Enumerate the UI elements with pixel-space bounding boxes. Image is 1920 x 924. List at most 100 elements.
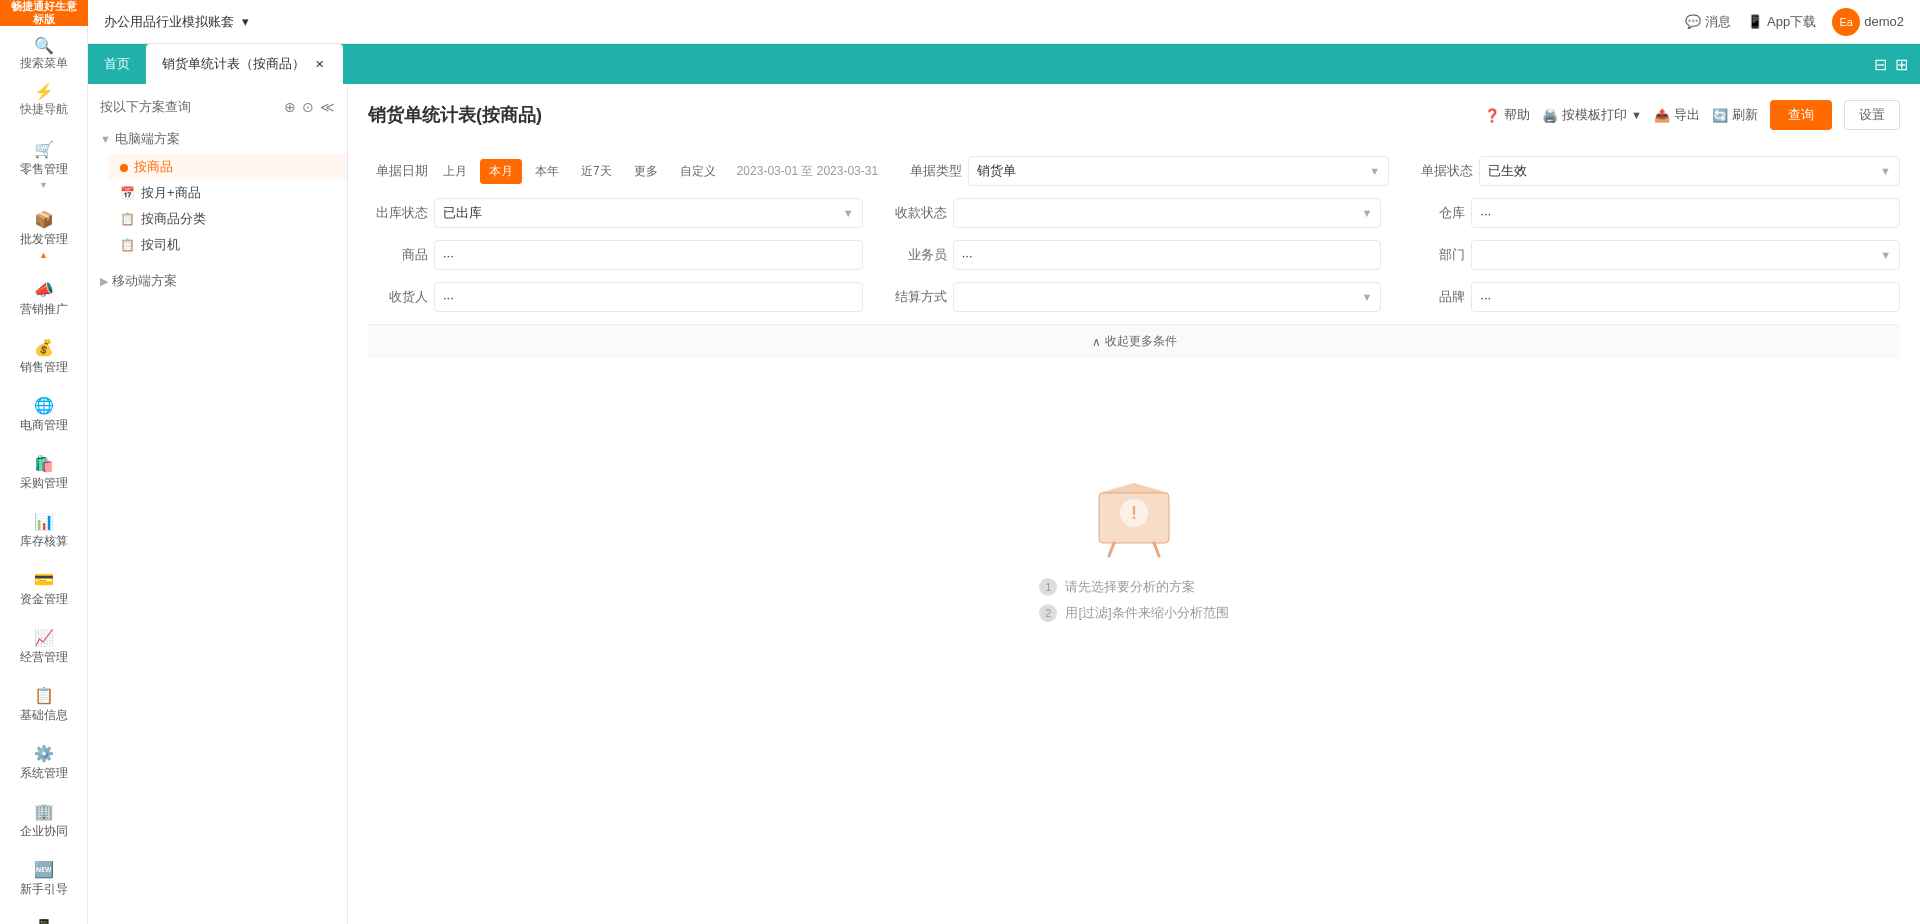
out-status-select[interactable]: 已出库 ▼ (434, 198, 863, 228)
page-header: 销货单统计表(按商品) ❓ 帮助 🖨️ 按模板打印 ▼ 📤 (368, 100, 1900, 130)
logo: 畅捷通好生意 标版 (0, 0, 88, 26)
doc-status-select[interactable]: 已生效 ▼ (1479, 156, 1900, 186)
sidebar-item-guide[interactable]: 🆕 新手引导 (0, 850, 88, 908)
system-label: 系统管理 (20, 765, 68, 782)
tab-minimize-icon[interactable]: ⊟ (1874, 55, 1887, 74)
tree-arrow-mobile-icon: ▶ (100, 275, 108, 288)
export-action[interactable]: 📤 导出 (1654, 106, 1700, 124)
doc-type-select[interactable]: 销货单 ▼ (968, 156, 1389, 186)
quick-label: 快捷导航 (20, 101, 68, 118)
page-actions: ❓ 帮助 🖨️ 按模板打印 ▼ 📤 导出 � (1484, 100, 1900, 130)
settings-icon[interactable]: ⊙ (302, 99, 314, 115)
query-button[interactable]: 查询 (1770, 100, 1832, 130)
filter-out-status: 出库状态 已出库 ▼ (368, 198, 863, 228)
brand-input[interactable]: ··· (1471, 282, 1900, 312)
tree-item-by-product-category[interactable]: 📋 按商品分类 (108, 206, 347, 232)
warehouse-label: 仓库 (1405, 204, 1465, 222)
date-btn-this-year[interactable]: 本年 (526, 159, 568, 184)
filter-date: 单据日期 上月 本月 本年 近7天 更多 自定义 2023-03-01 至 20… (368, 159, 878, 184)
left-panel: 按以下方案查询 ⊕ ⊙ ≪ ▼ 电脑端方案 按商品 📅 按月+商品 (88, 84, 348, 924)
doc-type-value: 销货单 (977, 162, 1016, 180)
basic-icon: 📋 (34, 686, 54, 705)
tip-text-2: 用[过滤]条件来缩小分析范围 (1065, 604, 1228, 622)
sidebar-item-marketing[interactable]: 📣 营销推广 (0, 270, 88, 328)
brand-label: 品牌 (1405, 288, 1465, 306)
category-icon: 📋 (120, 212, 135, 226)
product-dots: ··· (443, 248, 454, 263)
date-btn-last-month[interactable]: 上月 (434, 159, 476, 184)
salesperson-input[interactable]: ··· (953, 240, 1382, 270)
content-body: 按以下方案查询 ⊕ ⊙ ≪ ▼ 电脑端方案 按商品 📅 按月+商品 (88, 84, 1920, 924)
filter-dept: 部门 ▼ (1405, 240, 1900, 270)
tree-item-by-product[interactable]: 按商品 (108, 154, 347, 180)
date-range-display: 2023-03-01 至 2023-03-31 (737, 163, 878, 180)
refresh-action[interactable]: 🔄 刷新 (1712, 106, 1758, 124)
collapse-bar[interactable]: ∧ 收起更多条件 (368, 324, 1900, 358)
sidebar-item-retail[interactable]: 🛒 零售管理 ▼ (0, 130, 88, 200)
tab-sales-stats[interactable]: 销货单统计表（按商品） ✕ (146, 44, 343, 84)
filter-doc-status: 单据状态 已生效 ▼ (1413, 156, 1900, 186)
ecommerce-label: 电商管理 (20, 417, 68, 434)
sidebar-item-wholesale[interactable]: 📦 批发管理 ▲ (0, 200, 88, 270)
finance-icon: 💳 (34, 570, 54, 589)
app-download-item[interactable]: 📱 App下载 (1747, 13, 1816, 31)
topbar-dropdown[interactable]: ▾ (242, 14, 249, 29)
collapse-arrow: ∧ (1092, 335, 1101, 349)
settings-button[interactable]: 设置 (1844, 100, 1900, 130)
date-btn-this-month[interactable]: 本月 (480, 159, 522, 184)
tree-section-pc[interactable]: ▼ 电脑端方案 (88, 124, 347, 154)
sidebar-item-enterprise[interactable]: 🏢 企业协同 (0, 792, 88, 850)
settlement-select[interactable]: ▼ (953, 282, 1382, 312)
receiver-input[interactable]: ··· (434, 282, 863, 312)
empty-tip-2: 2 用[过滤]条件来缩小分析范围 (1039, 604, 1228, 622)
sidebar-item-inventory[interactable]: 📊 库存核算 (0, 502, 88, 560)
tree-item-by-cashier[interactable]: 📋 按司机 (108, 232, 347, 258)
receipt-status-select[interactable]: ▼ (953, 198, 1382, 228)
sidebar-item-system[interactable]: ⚙️ 系统管理 (0, 734, 88, 792)
filter-row-4: 收货人 ··· 结算方式 ▼ (368, 282, 1900, 312)
search-label: 搜索菜单 (20, 55, 68, 72)
settlement-label: 结算方式 (887, 288, 947, 306)
sidebar-item-purchase[interactable]: 🛍️ 采购管理 (0, 444, 88, 502)
sidebar-item-finance[interactable]: 💳 资金管理 (0, 560, 88, 618)
add-icon[interactable]: ⊕ (284, 99, 296, 115)
tree-section-mobile[interactable]: ▶ 移动端方案 (88, 266, 347, 296)
collapse-icon[interactable]: ≪ (320, 99, 335, 115)
date-btn-7days[interactable]: 近7天 (572, 159, 621, 184)
print-action[interactable]: 🖨️ 按模板打印 ▼ (1542, 106, 1642, 124)
export-label: 导出 (1674, 106, 1700, 124)
print-label: 按模板打印 (1562, 106, 1627, 124)
tree-item-by-month-product[interactable]: 📅 按月+商品 (108, 180, 347, 206)
sidebar-item-apps[interactable]: 📱 应用中心 (0, 908, 88, 924)
filter-salesperson: 业务员 ··· (887, 240, 1382, 270)
sidebar-item-ecommerce[interactable]: 🌐 电商管理 (0, 386, 88, 444)
tab-close-icon[interactable]: ✕ (311, 56, 327, 72)
svg-line-4 (1109, 543, 1114, 556)
finance-label: 资金管理 (20, 591, 68, 608)
date-btn-more[interactable]: 更多 (625, 159, 667, 184)
warehouse-input[interactable]: ··· (1471, 198, 1900, 228)
username: demo2 (1864, 14, 1904, 29)
messages-item[interactable]: 💬 消息 (1685, 13, 1731, 31)
filter-product: 商品 ··· (368, 240, 863, 270)
receiver-label: 收货人 (368, 288, 428, 306)
out-status-value: 已出库 (443, 204, 482, 222)
tab-home[interactable]: 首页 (88, 44, 146, 84)
sidebar-item-operations[interactable]: 📈 经营管理 (0, 618, 88, 676)
sidebar-item-sales[interactable]: 💰 销售管理 (0, 328, 88, 386)
sidebar-item-basic[interactable]: 📋 基础信息 (0, 676, 88, 734)
date-btn-custom[interactable]: 自定义 (671, 159, 725, 184)
dept-select[interactable]: ▼ (1471, 240, 1900, 270)
tab-maximize-icon[interactable]: ⊞ (1895, 55, 1908, 74)
brand-dots: ··· (1480, 290, 1491, 305)
user-item[interactable]: Ea demo2 (1832, 8, 1904, 36)
search-menu[interactable]: 🔍 搜索菜单 (20, 26, 68, 78)
out-status-arrow: ▼ (843, 207, 854, 219)
quick-nav[interactable]: ⚡ 快捷导航 (20, 78, 68, 126)
help-action[interactable]: ❓ 帮助 (1484, 106, 1530, 124)
operations-label: 经营管理 (20, 649, 68, 666)
product-input[interactable]: ··· (434, 240, 863, 270)
messages-label: 消息 (1705, 13, 1731, 31)
svg-line-5 (1154, 543, 1159, 556)
filter-panel: 单据日期 上月 本月 本年 近7天 更多 自定义 2023-03-01 至 20… (368, 144, 1900, 358)
